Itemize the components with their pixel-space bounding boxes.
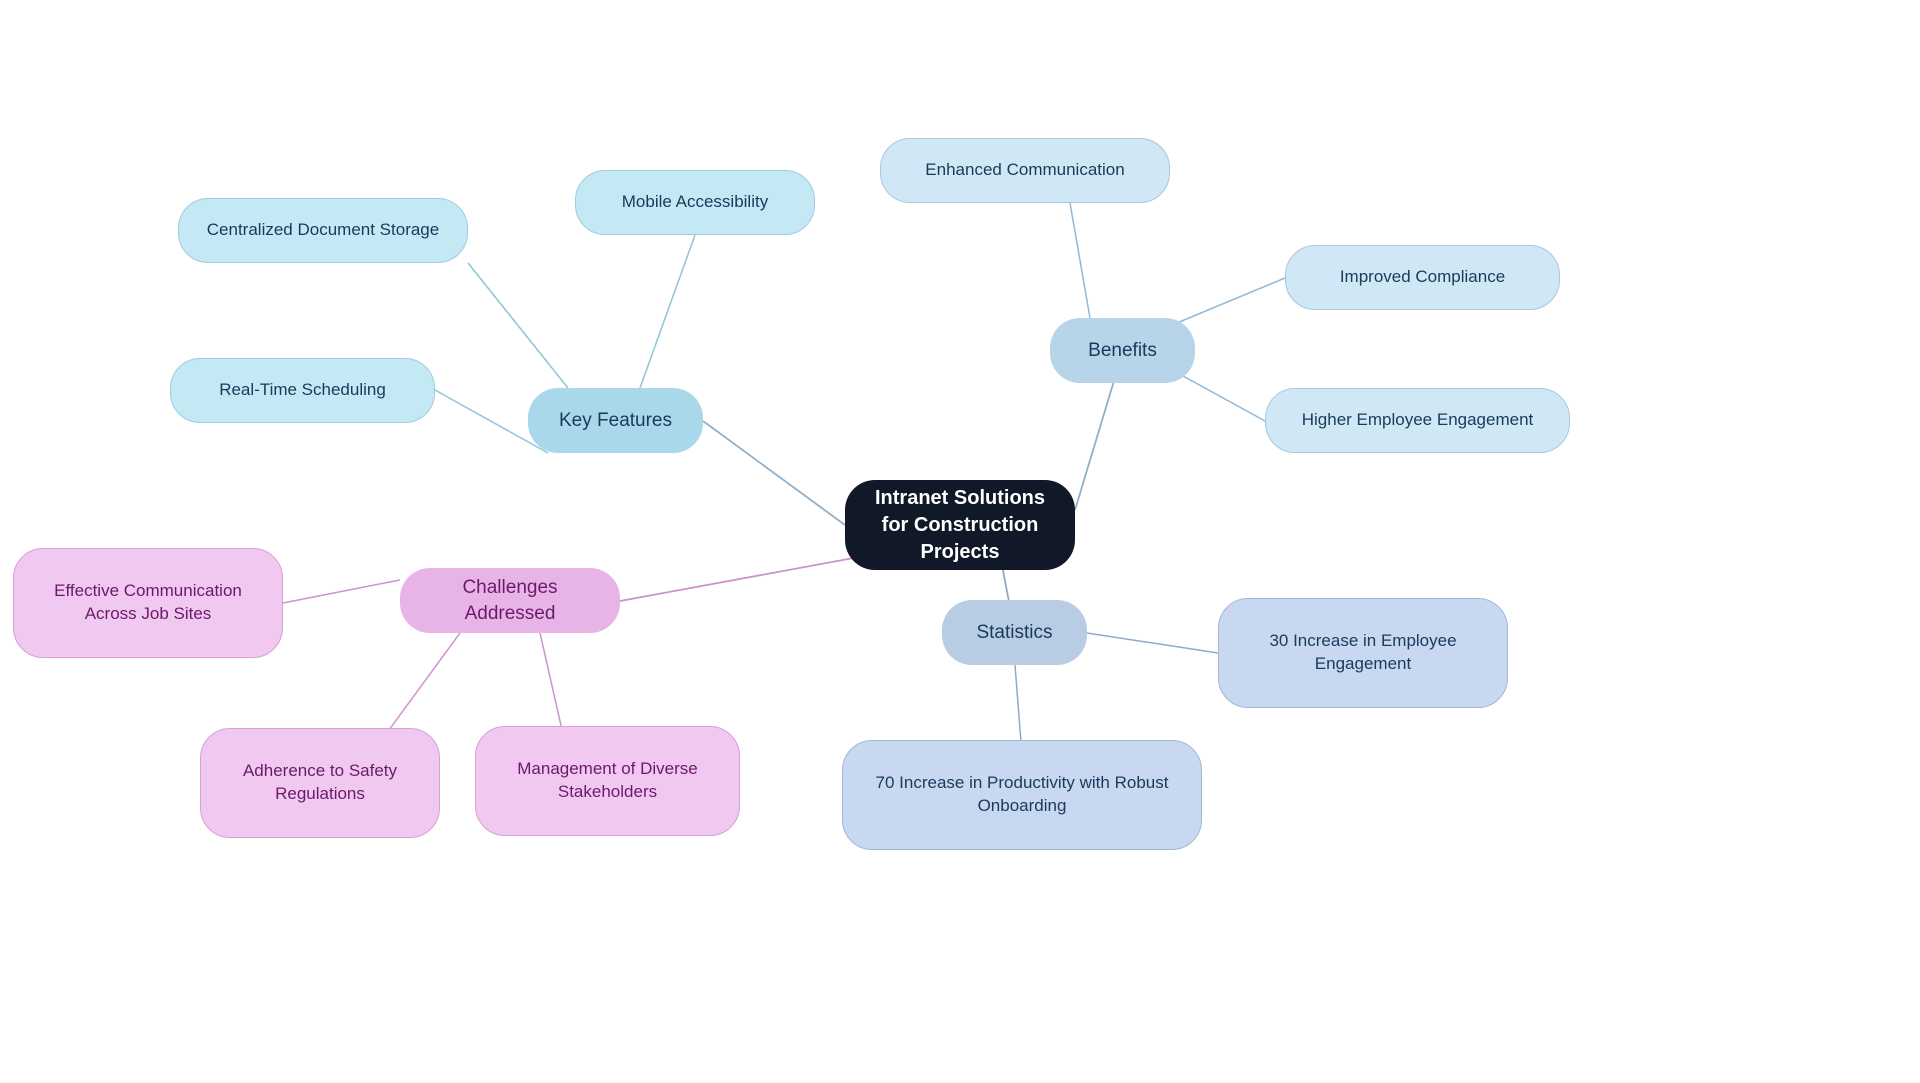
70-increase-node: 70 Increase in Productivity with Robust …: [842, 740, 1202, 850]
key-features-hub: Key Features: [528, 388, 703, 453]
enhanced-communication-node: Enhanced Communication: [880, 138, 1170, 203]
center-node: Intranet Solutions for Construction Proj…: [845, 480, 1075, 570]
centralized-document-node: Centralized Document Storage: [178, 198, 468, 263]
improved-compliance-node: Improved Compliance: [1285, 245, 1560, 310]
benefits-hub: Benefits: [1050, 318, 1195, 383]
management-stakeholders-node: Management of Diverse Stakeholders: [475, 726, 740, 836]
mindmap-container: Intranet Solutions for Construction Proj…: [0, 0, 1920, 1083]
higher-employee-engagement-node: Higher Employee Engagement: [1265, 388, 1570, 453]
statistics-hub: Statistics: [942, 600, 1087, 665]
realtime-scheduling-node: Real-Time Scheduling: [170, 358, 435, 423]
30-increase-node: 30 Increase in Employee Engagement: [1218, 598, 1508, 708]
mobile-accessibility-node: Mobile Accessibility: [575, 170, 815, 235]
challenges-hub: Challenges Addressed: [400, 568, 620, 633]
effective-communication-node: Effective Communication Across Job Sites: [13, 548, 283, 658]
adherence-safety-node: Adherence to Safety Regulations: [200, 728, 440, 838]
